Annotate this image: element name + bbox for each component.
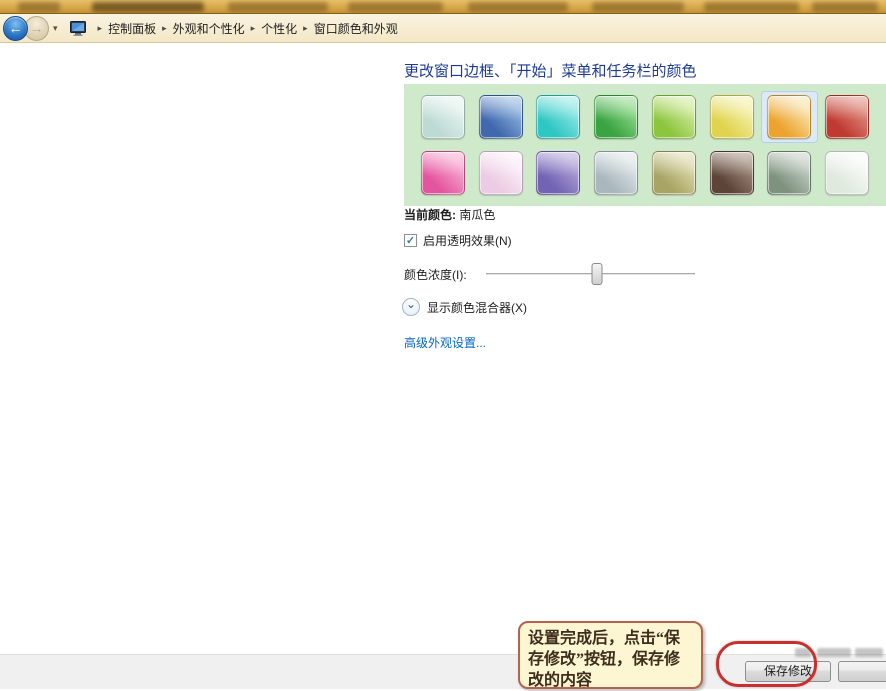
swatch-gloss (422, 96, 464, 138)
color-swatch[interactable] (414, 91, 472, 143)
breadcrumb-item-personalization[interactable]: 个性化 (261, 20, 297, 37)
intensity-label: 颜色浓度(I): (404, 266, 467, 283)
color-swatch[interactable] (472, 147, 530, 199)
swatch-gloss (595, 152, 637, 194)
color-mixer-expander[interactable]: ⌄ 显示颜色混合器(X) (402, 298, 527, 316)
watermark-blob (817, 648, 851, 657)
color-swatch[interactable] (703, 147, 761, 199)
secondary-button[interactable] (838, 661, 886, 682)
instruction-callout: 设置完成后，点击“保存修改”按钮，保存修改的内容 (518, 621, 703, 689)
blurred-tab (468, 2, 568, 12)
swatch-gloss (480, 152, 522, 194)
back-button[interactable]: ← (3, 16, 28, 41)
color-panel (404, 84, 886, 206)
color-swatch[interactable] (818, 91, 876, 143)
back-arrow-icon: ← (9, 20, 23, 36)
color-swatch[interactable] (818, 147, 876, 199)
advanced-settings-link[interactable]: 高级外观设置... (404, 334, 486, 351)
blurred-tab (228, 2, 328, 12)
breadcrumb-item-appearance[interactable]: 外观和个性化 (173, 20, 245, 37)
blurred-tab (18, 2, 60, 12)
swatch-gloss (711, 96, 753, 138)
color-swatch[interactable] (645, 91, 703, 143)
blurred-tab (592, 2, 684, 12)
breadcrumb-separator-icon: ▸ (162, 23, 167, 34)
intensity-slider-track[interactable] (486, 273, 695, 275)
color-swatch[interactable] (530, 147, 588, 199)
swatch-gloss (711, 152, 753, 194)
breadcrumb-item-window-color[interactable]: 窗口颜色和外观 (314, 20, 398, 37)
breadcrumb-separator-icon: ▸ (251, 23, 256, 34)
color-swatch[interactable] (472, 91, 530, 143)
breadcrumb-item-control-panel[interactable]: 控制面板 (108, 20, 156, 37)
swatch-gloss (537, 152, 579, 194)
transparency-row: ✓ 启用透明效果(N) (404, 232, 512, 249)
swatch-gloss (653, 96, 695, 138)
swatch-gloss (595, 96, 637, 138)
transparency-label: 启用透明效果(N) (423, 232, 512, 249)
page-title: 更改窗口边框、「开始」菜单和任务栏的颜色 (404, 60, 697, 81)
checkmark-icon: ✓ (406, 234, 415, 247)
swatch-gloss (768, 152, 810, 194)
swatch-gloss (422, 152, 464, 194)
color-swatch[interactable] (414, 147, 472, 199)
current-color-row: 当前颜色: 南瓜色 (404, 206, 495, 223)
watermark-blob (855, 648, 883, 657)
swatch-gloss (768, 96, 810, 138)
browser-tab-strip (0, 0, 886, 14)
color-swatch[interactable] (645, 147, 703, 199)
intensity-slider-thumb[interactable] (591, 263, 602, 285)
swatch-gloss (653, 152, 695, 194)
color-swatch[interactable] (530, 91, 588, 143)
blurred-tab (348, 2, 443, 12)
blurred-tab (812, 2, 878, 12)
current-color-label: 当前颜色: (404, 208, 456, 222)
color-swatch[interactable] (703, 91, 761, 143)
color-swatch[interactable] (587, 147, 645, 199)
swatch-gloss (480, 96, 522, 138)
display-icon (70, 21, 88, 36)
color-swatch[interactable] (761, 147, 819, 199)
breadcrumb-separator-icon: ▸ (303, 23, 308, 34)
current-color-value: 南瓜色 (459, 208, 495, 222)
chevron-down-icon: ⌄ (402, 298, 420, 316)
recent-pages-dropdown[interactable]: ▾ (53, 23, 58, 34)
color-mixer-label: 显示颜色混合器(X) (427, 299, 527, 316)
transparency-checkbox[interactable]: ✓ (404, 234, 417, 247)
swatch-gloss (826, 96, 868, 138)
blurred-tab (92, 2, 204, 12)
swatch-gloss (826, 152, 868, 194)
blurred-tab (704, 2, 799, 12)
color-swatch[interactable] (761, 91, 819, 143)
color-swatch[interactable] (587, 91, 645, 143)
forward-arrow-icon: → (30, 20, 44, 36)
address-bar: ← → ▾ ▸ 控制面板 ▸ 外观和个性化 ▸ 个性化 ▸ 窗口颜色和外观 (0, 14, 886, 43)
highlight-annotation (716, 641, 817, 687)
color-swatch-grid (414, 91, 876, 199)
swatch-gloss (537, 96, 579, 138)
breadcrumb-separator-icon: ▸ (98, 23, 103, 34)
